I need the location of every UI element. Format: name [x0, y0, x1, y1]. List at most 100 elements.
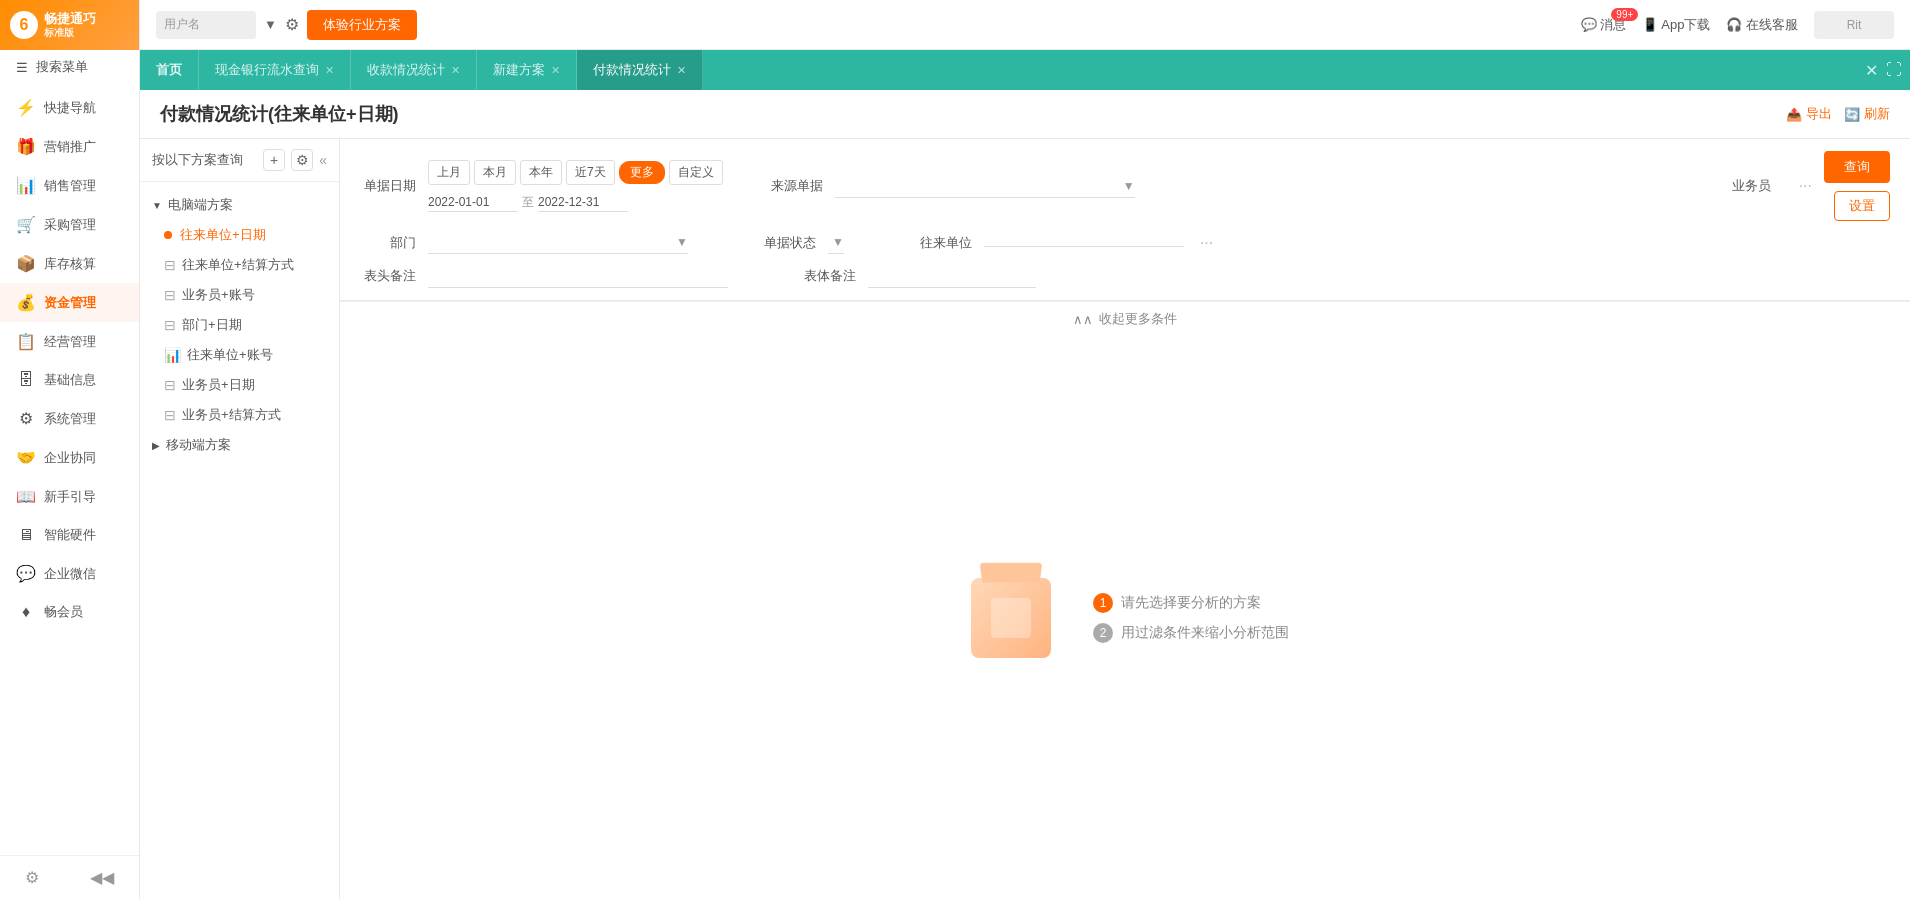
- main: 用户名 ▼ ⚙ 体验行业方案 💬 消息 99+ 📱 App下载 🎧 在线客服 R…: [140, 0, 1910, 899]
- sidebar-item-quick-nav[interactable]: ⚡ 快捷导航: [0, 88, 139, 127]
- staff-dots-icon[interactable]: ···: [1799, 177, 1812, 195]
- sidebar-item-wechat[interactable]: 💬 企业微信: [0, 554, 139, 593]
- online-service-btn[interactable]: 🎧 在线客服: [1726, 16, 1798, 34]
- marketing-icon: 🎁: [16, 137, 36, 156]
- table-icon: ⊟: [164, 407, 176, 423]
- operations-icon: 📋: [16, 332, 36, 351]
- doc-status-label: 单据状态: [760, 234, 816, 252]
- tab-home[interactable]: 首页: [140, 50, 199, 90]
- collapse-label: 收起更多条件: [1099, 310, 1177, 328]
- scheme-item-staff-account[interactable]: ⊟ 业务员+账号: [140, 280, 339, 310]
- date-last-7days[interactable]: 近7天: [566, 160, 615, 185]
- sidebar-item-system[interactable]: ⚙ 系统管理: [0, 399, 139, 438]
- trial-btn[interactable]: 体验行业方案: [307, 10, 417, 40]
- date-to-input[interactable]: [538, 193, 628, 212]
- purchase-icon: 🛒: [16, 215, 36, 234]
- scheme-group-pc-header[interactable]: ▼ 电脑端方案: [140, 190, 339, 220]
- tab-new-scheme[interactable]: 新建方案 ✕: [477, 50, 577, 90]
- tabbar-expand-icon[interactable]: ⛶: [1886, 61, 1902, 79]
- finance-icon: 💰: [16, 293, 36, 312]
- app-download-btn[interactable]: 📱 App下载: [1642, 16, 1710, 34]
- sidebar-collapse-icon[interactable]: ◀◀: [82, 864, 122, 891]
- date-this-year[interactable]: 本年: [520, 160, 562, 185]
- sidebar-item-member[interactable]: ♦ 畅会员: [0, 593, 139, 631]
- query-btn[interactable]: 查询: [1824, 151, 1890, 183]
- scheme-group-mobile-header[interactable]: ▶ 移动端方案: [140, 430, 339, 460]
- wechat-icon: 💬: [16, 564, 36, 583]
- scheme-settings-icon[interactable]: ⚙: [291, 149, 313, 171]
- collapse-more-btn[interactable]: ∧∧ 收起更多条件: [340, 301, 1910, 336]
- tab-pay-stats[interactable]: 付款情况统计 ✕: [577, 50, 703, 90]
- scheme-item-staff-date[interactable]: ⊟ 业务员+日期: [140, 370, 339, 400]
- sidebar-item-marketing[interactable]: 🎁 营销推广: [0, 127, 139, 166]
- refresh-icon: 🔄: [1844, 107, 1860, 122]
- sidebar-item-company[interactable]: 🤝 企业协同: [0, 438, 139, 477]
- message-btn[interactable]: 💬 消息 99+: [1581, 16, 1627, 34]
- date-this-month[interactable]: 本月: [474, 160, 516, 185]
- topbar-settings-icon[interactable]: ⚙: [285, 15, 299, 34]
- scheme-item-dept-date[interactable]: ⊟ 部门+日期: [140, 310, 339, 340]
- sidebar-nav: ⚡ 快捷导航 🎁 营销推广 📊 销售管理 🛒 采购管理 📦 库存核算 💰 资金管…: [0, 84, 139, 855]
- date-more[interactable]: 更多: [619, 161, 665, 184]
- search-icon: ☰: [16, 60, 28, 75]
- settings-btn[interactable]: 设置: [1834, 191, 1890, 221]
- app-icon: 📱: [1642, 17, 1658, 32]
- date-last-month[interactable]: 上月: [428, 160, 470, 185]
- hardware-icon: 🖥: [16, 526, 36, 544]
- dropdown-icon[interactable]: ▼: [264, 17, 277, 32]
- source-dropdown-icon: ▼: [1123, 179, 1135, 193]
- sidebar-item-sales[interactable]: 📊 销售管理: [0, 166, 139, 205]
- date-btns: 上月 本月 本年 近7天 更多 自定义: [428, 160, 723, 185]
- tab-receive-stats[interactable]: 收款情况统计 ✕: [351, 50, 477, 90]
- filter-content: 单据日期 上月 本月 本年 近7天 更多 自定义: [340, 139, 1910, 899]
- scheme-item-partner-account[interactable]: 📊 往来单位+账号: [140, 340, 339, 370]
- sidebar-item-inventory[interactable]: 📦 库存核算: [0, 244, 139, 283]
- tab-bank-flow[interactable]: 现金银行流水查询 ✕: [199, 50, 351, 90]
- date-custom[interactable]: 自定义: [669, 160, 723, 185]
- system-icon: ⚙: [16, 409, 36, 428]
- search-menu[interactable]: ☰ 搜索菜单: [0, 50, 139, 84]
- tab-pay-stats-close[interactable]: ✕: [677, 64, 686, 77]
- refresh-btn[interactable]: 🔄 刷新: [1844, 105, 1890, 123]
- search-menu-label: 搜索菜单: [36, 58, 88, 76]
- sidebar-item-hardware[interactable]: 🖥 智能硬件: [0, 516, 139, 554]
- tab-bank-flow-close[interactable]: ✕: [325, 64, 334, 77]
- tabbar-close-icon[interactable]: ✕: [1865, 61, 1878, 80]
- empty-box: [971, 578, 1051, 658]
- mobile-group-label: 移动端方案: [166, 436, 231, 454]
- source-select[interactable]: ▼: [835, 175, 1135, 198]
- user-avatar[interactable]: Rit: [1814, 11, 1894, 39]
- collapse-icon: ∧∧: [1073, 312, 1093, 327]
- sidebar-item-label: 销售管理: [44, 177, 96, 195]
- export-btn[interactable]: 📤 导出: [1786, 105, 1832, 123]
- sidebar-settings-icon[interactable]: ⚙: [17, 864, 47, 891]
- sidebar-item-purchase[interactable]: 🛒 采购管理: [0, 205, 139, 244]
- sidebar-item-finance[interactable]: 💰 资金管理: [0, 283, 139, 322]
- scheme-item-label: 部门+日期: [182, 316, 242, 334]
- dept-select[interactable]: ▼: [428, 231, 688, 254]
- doc-status-select[interactable]: ▼: [828, 231, 844, 254]
- refresh-label: 刷新: [1864, 105, 1890, 123]
- quick-nav-icon: ⚡: [16, 98, 36, 117]
- empty-box-inner: [991, 598, 1031, 638]
- body-remark-input[interactable]: [868, 264, 1036, 288]
- scheme-item-staff-payment[interactable]: ⊟ 业务员+结算方式: [140, 400, 339, 430]
- scheme-item-partner-payment[interactable]: ⊟ 往来单位+结算方式: [140, 250, 339, 280]
- header-remark-input[interactable]: [428, 264, 728, 288]
- sidebar-item-label: 系统管理: [44, 410, 96, 428]
- sidebar-item-label: 新手引导: [44, 488, 96, 506]
- export-label: 导出: [1806, 105, 1832, 123]
- tab-receive-stats-close[interactable]: ✕: [451, 64, 460, 77]
- partner-select[interactable]: [984, 238, 1184, 247]
- partner-dots-icon[interactable]: ···: [1200, 234, 1213, 252]
- date-from-input[interactable]: [428, 193, 518, 212]
- sidebar-item-basic[interactable]: 🗄 基础信息: [0, 361, 139, 399]
- scheme-add-icon[interactable]: +: [263, 149, 285, 171]
- tab-new-scheme-close[interactable]: ✕: [551, 64, 560, 77]
- sidebar-item-guide[interactable]: 📖 新手引导: [0, 477, 139, 516]
- scheme-item-partner-date[interactable]: 往来单位+日期: [140, 220, 339, 250]
- scheme-tree: ▼ 电脑端方案 往来单位+日期 ⊟ 往来单位+结算方式 ⊟: [140, 182, 339, 899]
- scheme-item-label: 往来单位+账号: [187, 346, 273, 364]
- sidebar-item-operations[interactable]: 📋 经营管理: [0, 322, 139, 361]
- scheme-collapse-icon[interactable]: «: [319, 152, 327, 168]
